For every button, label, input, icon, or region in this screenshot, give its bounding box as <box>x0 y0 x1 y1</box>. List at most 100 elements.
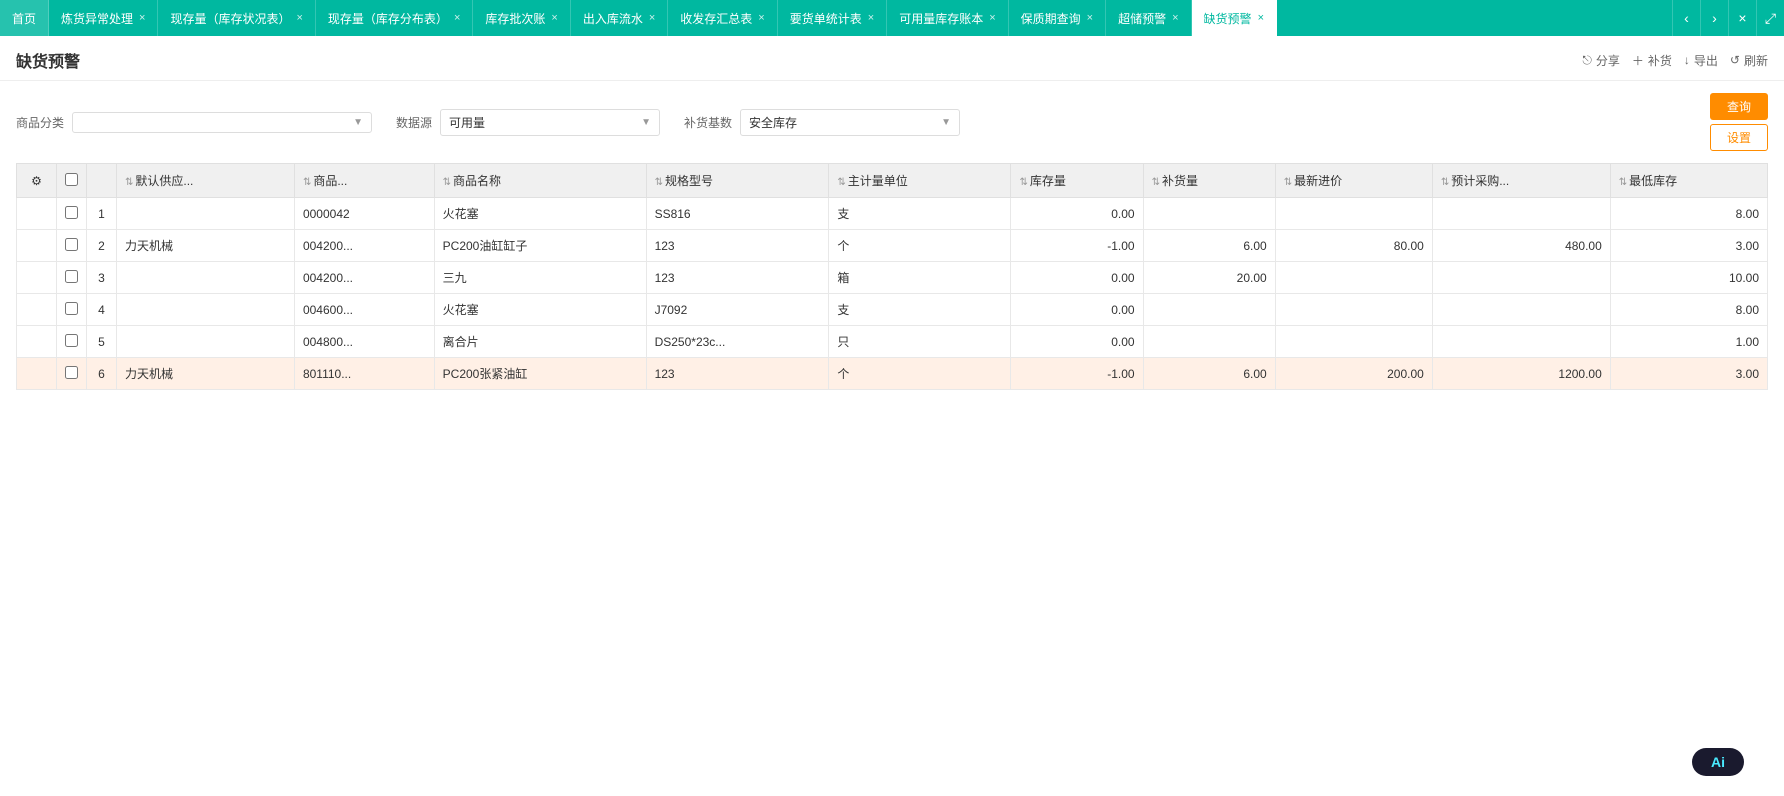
datasource-select[interactable]: 可用量 ▼ <box>440 109 660 136</box>
replenish-base-value: 安全库存 <box>749 114 937 131</box>
tab-close-order-stats[interactable]: × <box>868 12 874 24</box>
tab-inout-flow[interactable]: 出入库流水× <box>571 0 668 36</box>
share-icon: ⎋ <box>1582 53 1592 68</box>
td-no: 2 <box>87 230 117 262</box>
td-replenish-qty: 6.00 <box>1143 358 1275 390</box>
refresh-button[interactable]: ↺ 刷新 <box>1730 52 1768 69</box>
td-no: 1 <box>87 198 117 230</box>
query-button[interactable]: 查询 <box>1710 93 1768 120</box>
row-checkbox[interactable] <box>65 238 78 251</box>
tab-close-expiry-query[interactable]: × <box>1087 12 1093 24</box>
category-select[interactable]: ▼ <box>72 112 372 133</box>
td-item-code: 004200... <box>294 262 434 294</box>
tab-scroll-right[interactable]: › <box>1700 0 1728 36</box>
row-checkbox[interactable] <box>65 270 78 283</box>
td-supplier <box>117 294 295 326</box>
td-no: 4 <box>87 294 117 326</box>
td-spec: J7092 <box>646 294 829 326</box>
td-checkbox <box>57 294 87 326</box>
td-supplier: 力天机械 <box>117 230 295 262</box>
td-latest-price: 200.00 <box>1275 358 1432 390</box>
td-est-purchase: 480.00 <box>1432 230 1610 262</box>
tab-recv-summary[interactable]: 收发存汇总表 × <box>668 0 777 36</box>
td-spec: 123 <box>646 230 829 262</box>
td-stock-qty: 0.00 <box>1011 326 1143 358</box>
tab-close-shortage-warning[interactable]: × <box>1258 12 1264 24</box>
settings-button[interactable]: 设置 <box>1710 124 1768 151</box>
tab-label-current-stock-dist: 现存量（库存分布表） <box>328 10 448 27</box>
tab-close-available-ledger[interactable]: × <box>989 12 995 24</box>
td-checkbox <box>57 326 87 358</box>
row-checkbox[interactable] <box>65 334 78 347</box>
tab-bar: 首页炼货异常处理×现存量（库存状况表）×现存量（库存分布表）×库存批次账×出入库… <box>0 0 1784 36</box>
tab-current-stock-dist[interactable]: 现存量（库存分布表） × <box>316 0 473 36</box>
row-checkbox[interactable] <box>65 366 78 379</box>
tab-close-overstock-warning[interactable]: × <box>1172 12 1178 24</box>
th-no <box>87 164 117 198</box>
td-item-name: 火花塞 <box>434 294 646 326</box>
tab-label-current-stock-status: 现存量（库存状况表） <box>170 10 290 27</box>
tab-current-stock-status[interactable]: 现存量（库存状况表） × <box>158 0 315 36</box>
tab-close-all[interactable]: × <box>1728 0 1756 36</box>
data-table: ⚙ ⇅默认供应... ⇅商品... ⇅商品名称 ⇅规格型号 ⇅主计量单位 ⇅库存… <box>16 163 1768 390</box>
th-est-purchase[interactable]: ⇅预计采购... <box>1432 164 1610 198</box>
td-item-name: 火花塞 <box>434 198 646 230</box>
row-checkbox[interactable] <box>65 206 78 219</box>
replenish-base-select[interactable]: 安全库存 ▼ <box>740 109 960 136</box>
tab-order-stats[interactable]: 要货单统计表× <box>778 0 887 36</box>
datasource-value: 可用量 <box>449 114 637 131</box>
replenish-button[interactable]: ＋ 补货 <box>1632 52 1672 69</box>
category-filter: 商品分类 ▼ <box>16 112 372 133</box>
td-item-code: 0000042 <box>294 198 434 230</box>
tab-close-current-stock-dist[interactable]: × <box>454 12 460 24</box>
td-latest-price <box>1275 198 1432 230</box>
tab-expiry-query[interactable]: 保质期查询× <box>1009 0 1106 36</box>
tab-label-refine-anomaly: 炼货异常处理 <box>61 10 133 27</box>
tab-available-ledger[interactable]: 可用量库存账本× <box>887 0 1008 36</box>
td-supplier: 力天机械 <box>117 358 295 390</box>
td-stock-qty: 0.00 <box>1011 262 1143 294</box>
td-min-stock: 1.00 <box>1610 326 1767 358</box>
tab-close-current-stock-status[interactable]: × <box>296 12 302 24</box>
tab-close-recv-summary[interactable]: × <box>758 12 764 24</box>
row-checkbox[interactable] <box>65 302 78 315</box>
th-min-stock[interactable]: ⇅最低库存 <box>1610 164 1767 198</box>
table-row: 3 004200... 三九 123 箱 0.00 20.00 10.00 <box>17 262 1768 294</box>
th-stock-qty[interactable]: ⇅库存量 <box>1011 164 1143 198</box>
tab-shortage-warning[interactable]: 缺货预警× <box>1192 0 1277 36</box>
tab-close-stock-batch[interactable]: × <box>551 12 557 24</box>
td-no: 6 <box>87 358 117 390</box>
tab-maximize[interactable]: ⤢ <box>1756 0 1784 36</box>
tab-home[interactable]: 首页 <box>0 0 49 36</box>
th-replenish-qty[interactable]: ⇅补货量 <box>1143 164 1275 198</box>
th-item-name[interactable]: ⇅商品名称 <box>434 164 646 198</box>
th-unit[interactable]: ⇅主计量单位 <box>829 164 1011 198</box>
th-item-code[interactable]: ⇅商品... <box>294 164 434 198</box>
ai-badge[interactable]: Ai <box>1692 748 1744 776</box>
export-button[interactable]: ↓ 导出 <box>1684 52 1718 69</box>
tab-label-recv-summary: 收发存汇总表 <box>680 10 752 27</box>
th-spec[interactable]: ⇅规格型号 <box>646 164 829 198</box>
td-stock-qty: 0.00 <box>1011 198 1143 230</box>
td-no: 3 <box>87 262 117 294</box>
table-header-row: ⚙ ⇅默认供应... ⇅商品... ⇅商品名称 ⇅规格型号 ⇅主计量单位 ⇅库存… <box>17 164 1768 198</box>
tab-nav-buttons: ‹ › × ⤢ <box>1672 0 1784 36</box>
tab-overstock-warning[interactable]: 超储预警× <box>1106 0 1191 36</box>
td-unit: 个 <box>829 230 1011 262</box>
select-all-checkbox[interactable] <box>65 173 78 186</box>
td-gear <box>17 262 57 294</box>
tab-stock-batch[interactable]: 库存批次账× <box>473 0 570 36</box>
td-gear <box>17 326 57 358</box>
th-latest-price[interactable]: ⇅最新进价 <box>1275 164 1432 198</box>
tab-refine-anomaly[interactable]: 炼货异常处理 × <box>49 0 158 36</box>
th-gear[interactable]: ⚙ <box>17 164 57 198</box>
tab-close-refine-anomaly[interactable]: × <box>139 12 145 24</box>
table-row: 1 0000042 火花塞 SS816 支 0.00 8.00 <box>17 198 1768 230</box>
share-button[interactable]: ⎋ 分享 <box>1582 52 1620 69</box>
refresh-icon: ↺ <box>1730 53 1740 67</box>
th-default-supplier[interactable]: ⇅默认供应... <box>117 164 295 198</box>
tab-close-inout-flow[interactable]: × <box>649 12 655 24</box>
td-unit: 支 <box>829 198 1011 230</box>
td-item-name: 离合片 <box>434 326 646 358</box>
tab-scroll-left[interactable]: ‹ <box>1672 0 1700 36</box>
